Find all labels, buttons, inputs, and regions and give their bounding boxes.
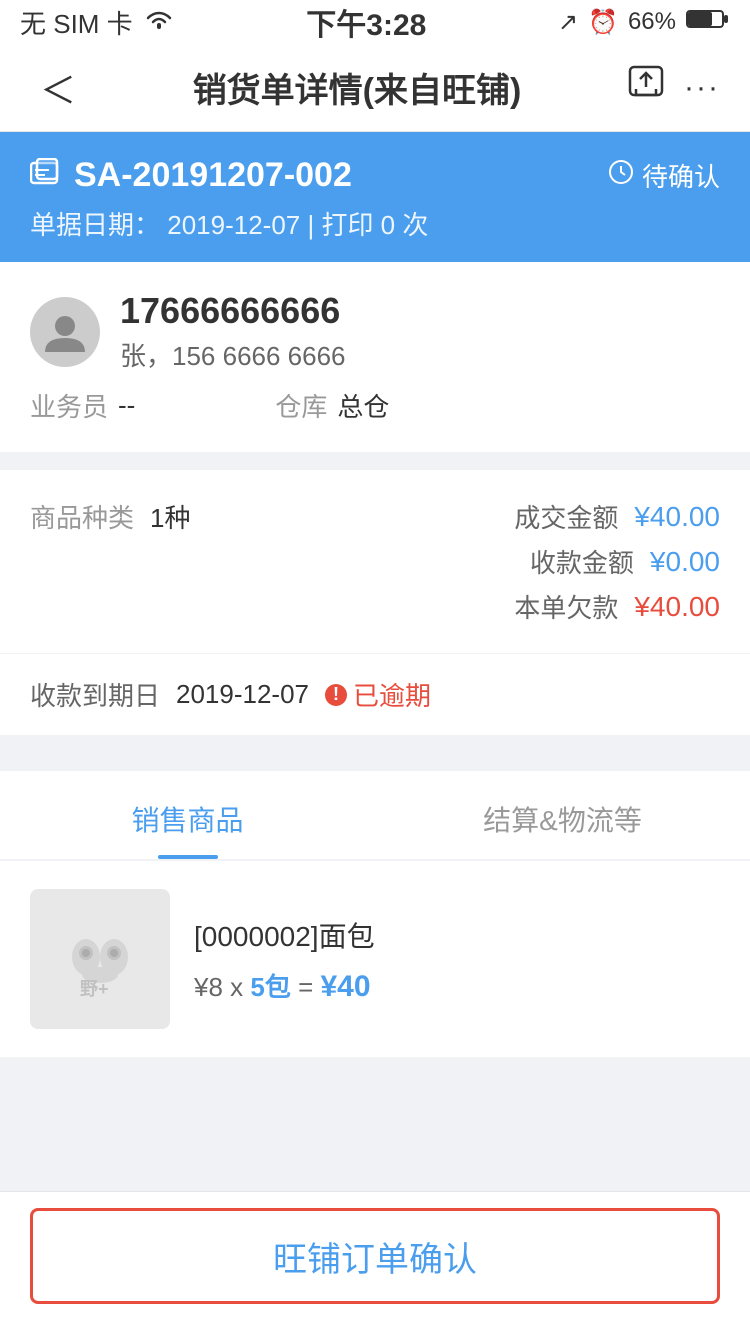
location-icon: ↗ bbox=[558, 8, 578, 37]
nav-bar: ＜ 销货单详情(来自旺铺) ··· bbox=[0, 44, 750, 132]
product-list: 野+ [0000002]面包 ¥8 x 5包 = ¥40 bbox=[0, 861, 750, 1058]
product-price-row: ¥8 x 5包 = ¥40 bbox=[194, 967, 720, 1004]
svg-text:野+: 野+ bbox=[80, 979, 109, 999]
clock-icon bbox=[608, 159, 634, 192]
customer-info: 17666666666 张，156 6666 6666 bbox=[120, 290, 346, 373]
customer-card: 17666666666 张，156 6666 6666 业务员 -- 仓库 总仓 bbox=[0, 262, 750, 452]
amount-value-3: ¥40.00 bbox=[634, 591, 720, 623]
product-info: [0000002]面包 ¥8 x 5包 = ¥40 bbox=[194, 915, 720, 1004]
overdue-text: 已逾期 bbox=[353, 676, 431, 713]
back-button[interactable]: ＜ bbox=[30, 52, 86, 124]
customer-row: 17666666666 张，156 6666 6666 bbox=[30, 290, 720, 373]
status-time: 下午3:28 bbox=[306, 0, 426, 44]
battery-text: 66% bbox=[628, 8, 676, 36]
order-status: 待确认 bbox=[608, 157, 720, 194]
customer-name: 张，156 6666 6666 bbox=[120, 336, 346, 373]
amount-row-3: 本单欠款 ¥40.00 bbox=[514, 588, 720, 625]
amount-label-1: 成交金额 bbox=[514, 498, 618, 535]
share-button[interactable] bbox=[628, 65, 664, 110]
summary-amounts: 成交金额 ¥40.00 收款金额 ¥0.00 本单欠款 ¥40.00 bbox=[514, 498, 720, 625]
alarm-icon: ⏰ bbox=[588, 8, 618, 37]
carrier-text: 无 SIM 卡 bbox=[20, 4, 133, 41]
tab-settlement[interactable]: 结算&物流等 bbox=[375, 771, 750, 859]
customer-meta: 业务员 -- 仓库 总仓 bbox=[30, 387, 720, 424]
page-title: 销货单详情(来自旺铺) bbox=[193, 63, 522, 112]
product-total: ¥40 bbox=[320, 970, 370, 1003]
warehouse-label: 仓库 bbox=[275, 387, 327, 424]
summary-row: 商品种类 1种 成交金额 ¥40.00 收款金额 ¥0.00 本单欠款 ¥40.… bbox=[30, 498, 720, 625]
divider-2 bbox=[0, 735, 750, 753]
due-date-value: 2019-12-07 bbox=[176, 679, 309, 710]
divider-1 bbox=[0, 452, 750, 470]
order-header: SA-20191207-002 待确认 单据日期： 2019-12-07 | 打… bbox=[0, 132, 750, 262]
amount-row-1: 成交金额 ¥40.00 bbox=[514, 498, 720, 535]
amount-row-2: 收款金额 ¥0.00 bbox=[530, 543, 720, 580]
tabs-bar: 销售商品 结算&物流等 bbox=[0, 771, 750, 861]
warehouse-meta: 仓库 总仓 bbox=[275, 387, 389, 424]
customer-phone: 17666666666 bbox=[120, 290, 346, 332]
battery-icon bbox=[686, 8, 730, 37]
sales-value: -- bbox=[118, 390, 135, 421]
summary-left: 商品种类 1种 bbox=[30, 498, 190, 535]
type-value: 1种 bbox=[150, 498, 190, 535]
type-label: 商品种类 bbox=[30, 498, 134, 535]
sales-meta: 业务员 -- bbox=[30, 387, 135, 424]
wifi-icon bbox=[143, 7, 175, 38]
product-name: [0000002]面包 bbox=[194, 915, 720, 955]
amount-value-2: ¥0.00 bbox=[650, 546, 720, 578]
nav-actions: ··· bbox=[628, 65, 720, 110]
product-thumbnail: 野+ bbox=[30, 889, 170, 1029]
sales-label: 业务员 bbox=[30, 387, 108, 424]
amount-label-3: 本单欠款 bbox=[514, 588, 618, 625]
product-item: 野+ [0000002]面包 ¥8 x 5包 = ¥40 bbox=[0, 861, 750, 1058]
product-qty: 5包 bbox=[250, 972, 290, 1002]
price-prefix: ¥8 x bbox=[194, 972, 250, 1002]
more-button[interactable]: ··· bbox=[684, 71, 720, 105]
price-suffix: = bbox=[291, 972, 321, 1002]
status-left: 无 SIM 卡 bbox=[20, 4, 175, 41]
overdue-icon: ! bbox=[325, 684, 347, 706]
order-number-row: SA-20191207-002 待确认 bbox=[30, 156, 720, 195]
overdue-badge: ! 已逾期 bbox=[325, 676, 431, 713]
status-right: ↗ ⏰ 66% bbox=[558, 8, 730, 37]
confirm-order-button[interactable]: 旺铺订单确认 bbox=[30, 1208, 720, 1304]
order-icon bbox=[30, 156, 64, 195]
summary-card: 商品种类 1种 成交金额 ¥40.00 收款金额 ¥0.00 本单欠款 ¥40.… bbox=[0, 470, 750, 653]
status-bar: 无 SIM 卡 下午3:28 ↗ ⏰ 66% bbox=[0, 0, 750, 44]
order-number: SA-20191207-002 bbox=[30, 156, 352, 195]
amount-label-2: 收款金额 bbox=[530, 543, 634, 580]
amount-value-1: ¥40.00 bbox=[634, 501, 720, 533]
tab-products[interactable]: 销售商品 bbox=[0, 771, 375, 859]
warehouse-value: 总仓 bbox=[337, 387, 389, 424]
due-date-bar: 收款到期日 2019-12-07 ! 已逾期 bbox=[0, 653, 750, 735]
bottom-bar: 旺铺订单确认 bbox=[0, 1191, 750, 1334]
due-label: 收款到期日 bbox=[30, 676, 160, 713]
order-date: 单据日期： 2019-12-07 | 打印 0 次 bbox=[30, 205, 720, 242]
avatar bbox=[30, 297, 100, 367]
